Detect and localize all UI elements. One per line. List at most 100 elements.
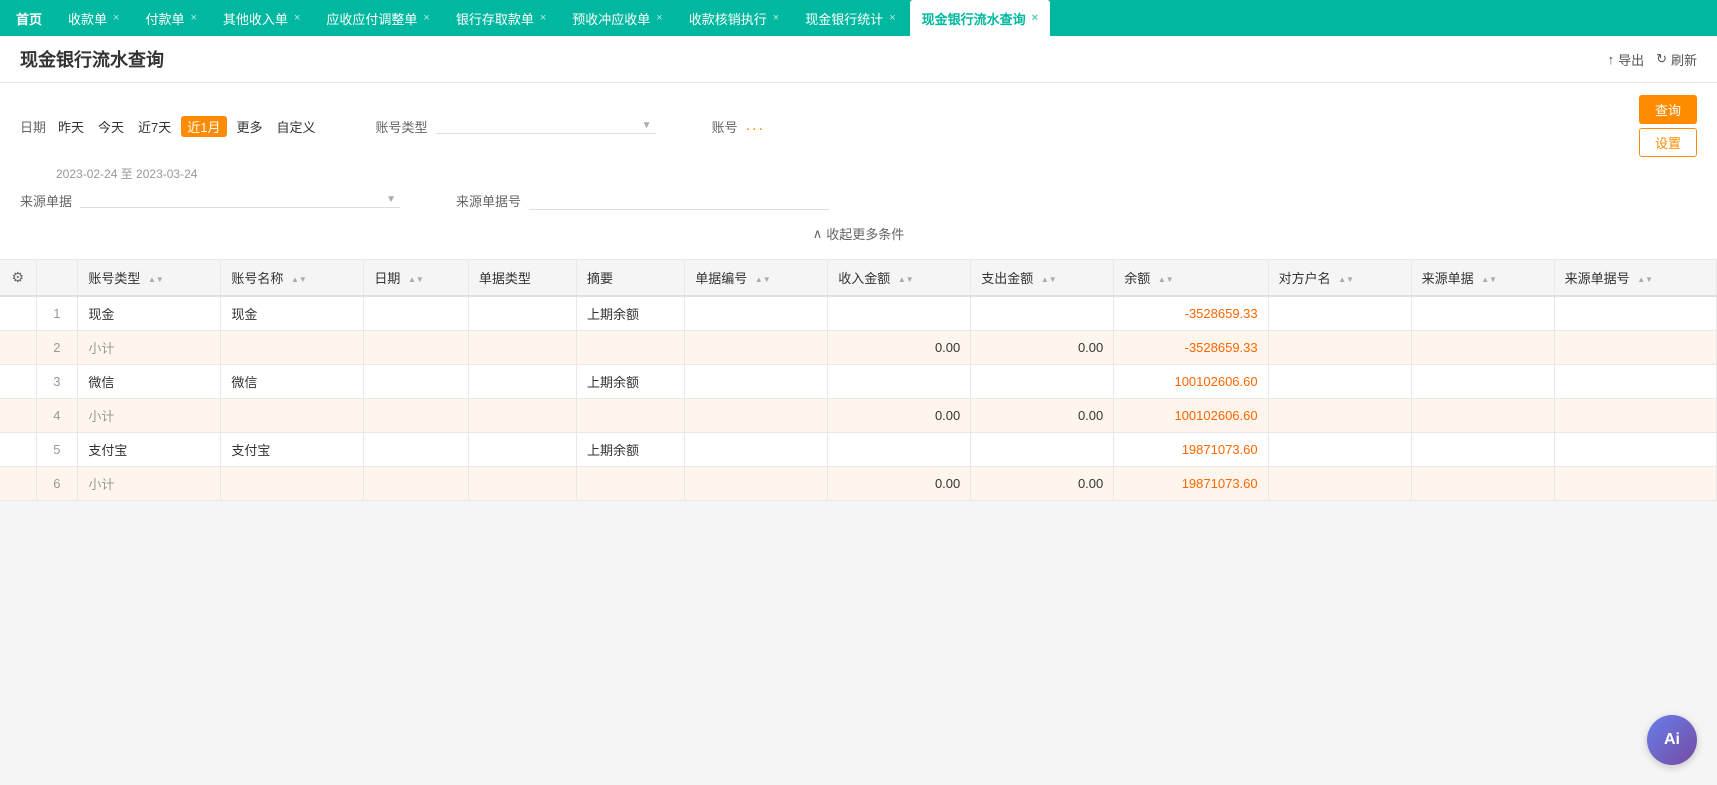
close-tab-6[interactable]: × <box>773 12 779 24</box>
nav-tab-3[interactable]: 应收应付调整单 × <box>314 0 441 36</box>
export-button[interactable]: ↑ 导出 <box>1608 50 1645 69</box>
account-type-label: 账号类型 <box>376 117 428 136</box>
cell-account-name: 支付宝 <box>221 433 364 467</box>
header-actions: ↑ 导出 ↻ 刷新 <box>1608 50 1697 69</box>
cell-source-doc-no <box>1554 365 1716 399</box>
sort-counterpart-icon[interactable]: ▲▼ <box>1338 276 1354 284</box>
cell-source-doc-no <box>1554 296 1716 331</box>
date-filter-group: 日期 昨天 今天 近7天 近1月 更多 自定义 <box>20 116 320 137</box>
last1m-btn[interactable]: 近1月 <box>181 116 226 137</box>
sort-date-icon[interactable]: ▲▼ <box>408 276 424 284</box>
ai-badge[interactable]: Ai <box>1647 715 1697 765</box>
account-type-arrow-icon: ▼ <box>642 120 652 131</box>
query-button[interactable]: 查询 <box>1639 95 1697 124</box>
col-settings-icon[interactable]: ⚙ <box>11 269 24 285</box>
cell-income: 0.00 <box>828 399 971 433</box>
source-doc-select[interactable]: ▼ <box>80 192 400 208</box>
close-tab-4[interactable]: × <box>540 12 546 24</box>
table-row[interactable]: 5 支付宝 支付宝 上期余额 19871073.60 <box>0 433 1717 467</box>
nav-home[interactable]: 首页 <box>4 0 54 36</box>
cell-source-doc <box>1411 399 1554 433</box>
cell-doc-no <box>685 467 828 501</box>
cell-expense: 0.00 <box>971 331 1114 365</box>
cell-settings <box>0 331 36 365</box>
col-account-type: 账号类型 ▲▼ <box>78 260 221 296</box>
source-doc-no-input[interactable] <box>529 190 829 210</box>
table-row[interactable]: 2 小计 0.00 0.00 -3528659.33 <box>0 331 1717 365</box>
close-tab-8[interactable]: × <box>1032 12 1038 24</box>
table-row[interactable]: 3 微信 微信 上期余额 100102606.60 <box>0 365 1717 399</box>
nav-tab-2[interactable]: 其他收入单 × <box>211 0 312 36</box>
today-btn[interactable]: 今天 <box>94 116 128 137</box>
collapse-bar[interactable]: ∧ 收起更多条件 <box>20 218 1697 247</box>
cell-index: 2 <box>36 331 78 365</box>
cell-doc-no <box>685 296 828 331</box>
cell-doc-no <box>685 365 828 399</box>
cell-balance: 19871073.60 <box>1114 467 1268 501</box>
cell-date <box>364 467 468 501</box>
table-header-row: ⚙ 账号类型 ▲▼ 账号名称 ▲▼ 日期 ▲▼ 单据类型 摘要 <box>0 260 1717 296</box>
cell-settings <box>0 296 36 331</box>
cell-expense <box>971 296 1114 331</box>
refresh-button[interactable]: ↻ 刷新 <box>1656 50 1697 69</box>
cell-settings <box>0 467 36 501</box>
cell-doc-no <box>685 399 828 433</box>
cell-source-doc <box>1411 433 1554 467</box>
col-expense: 支出金额 ▲▼ <box>971 260 1114 296</box>
cell-balance: -3528659.33 <box>1114 331 1268 365</box>
cell-account-name <box>221 331 364 365</box>
cell-counterpart <box>1268 296 1411 331</box>
date-range-display: 2023-02-24 至 2023-03-24 <box>56 165 1697 182</box>
nav-tab-8[interactable]: 现金银行流水查询 × <box>910 0 1050 36</box>
sort-account-type-icon[interactable]: ▲▼ <box>148 276 164 284</box>
cell-date <box>364 433 468 467</box>
col-income: 收入金额 ▲▼ <box>828 260 971 296</box>
page-title: 现金银行流水查询 <box>20 46 164 72</box>
cell-summary <box>577 399 685 433</box>
sort-balance-icon[interactable]: ▲▼ <box>1158 276 1174 284</box>
close-tab-1[interactable]: × <box>190 12 196 24</box>
last7-btn[interactable]: 近7天 <box>134 116 175 137</box>
close-tab-2[interactable]: × <box>294 12 300 24</box>
cell-source-doc <box>1411 467 1554 501</box>
yesterday-btn[interactable]: 昨天 <box>54 116 88 137</box>
close-tab-5[interactable]: × <box>656 12 662 24</box>
nav-tab-5[interactable]: 预收冲应收单 × <box>560 0 674 36</box>
cell-summary <box>577 467 685 501</box>
table-row[interactable]: 4 小计 0.00 0.00 100102606.60 <box>0 399 1717 433</box>
account-type-select[interactable]: ▼ <box>436 118 656 134</box>
more-btn[interactable]: 更多 <box>233 116 267 137</box>
col-settings: ⚙ <box>0 260 36 296</box>
cell-balance: -3528659.33 <box>1114 296 1268 331</box>
collapse-icon: ∧ <box>813 226 823 242</box>
account-label: 账号 <box>712 117 738 136</box>
custom-btn[interactable]: 自定义 <box>273 116 320 137</box>
nav-tab-1[interactable]: 付款单 × <box>133 0 208 36</box>
sort-expense-icon[interactable]: ▲▼ <box>1041 276 1057 284</box>
nav-tab-6[interactable]: 收款核销执行 × <box>677 0 791 36</box>
nav-tab-4[interactable]: 银行存取款单 × <box>444 0 558 36</box>
cell-income <box>828 296 971 331</box>
date-label: 日期 <box>20 117 46 136</box>
cell-expense <box>971 433 1114 467</box>
cell-source-doc <box>1411 296 1554 331</box>
sort-source-doc-icon[interactable]: ▲▼ <box>1481 276 1497 284</box>
table-row[interactable]: 1 现金 现金 上期余额 -3528659.33 <box>0 296 1717 331</box>
nav-tab-0[interactable]: 收款单 × <box>56 0 131 36</box>
table-row[interactable]: 6 小计 0.00 0.00 19871073.60 <box>0 467 1717 501</box>
cell-source-doc-no <box>1554 467 1716 501</box>
close-tab-3[interactable]: × <box>423 12 429 24</box>
account-dots[interactable]: ... <box>746 117 765 135</box>
sort-doc-no-icon[interactable]: ▲▼ <box>755 276 771 284</box>
col-summary: 摘要 <box>577 260 685 296</box>
cell-summary: 上期余额 <box>577 433 685 467</box>
date-shortcuts: 昨天 今天 近7天 近1月 更多 自定义 <box>54 116 320 137</box>
close-tab-7[interactable]: × <box>889 12 895 24</box>
data-table: ⚙ 账号类型 ▲▼ 账号名称 ▲▼ 日期 ▲▼ 单据类型 摘要 <box>0 260 1717 501</box>
nav-tab-7[interactable]: 现金银行统计 × <box>793 0 907 36</box>
sort-account-name-icon[interactable]: ▲▼ <box>291 276 307 284</box>
sort-income-icon[interactable]: ▲▼ <box>898 276 914 284</box>
sort-source-doc-no-icon[interactable]: ▲▼ <box>1637 276 1653 284</box>
settings-button[interactable]: 设置 <box>1639 128 1697 157</box>
close-tab-0[interactable]: × <box>113 12 119 24</box>
